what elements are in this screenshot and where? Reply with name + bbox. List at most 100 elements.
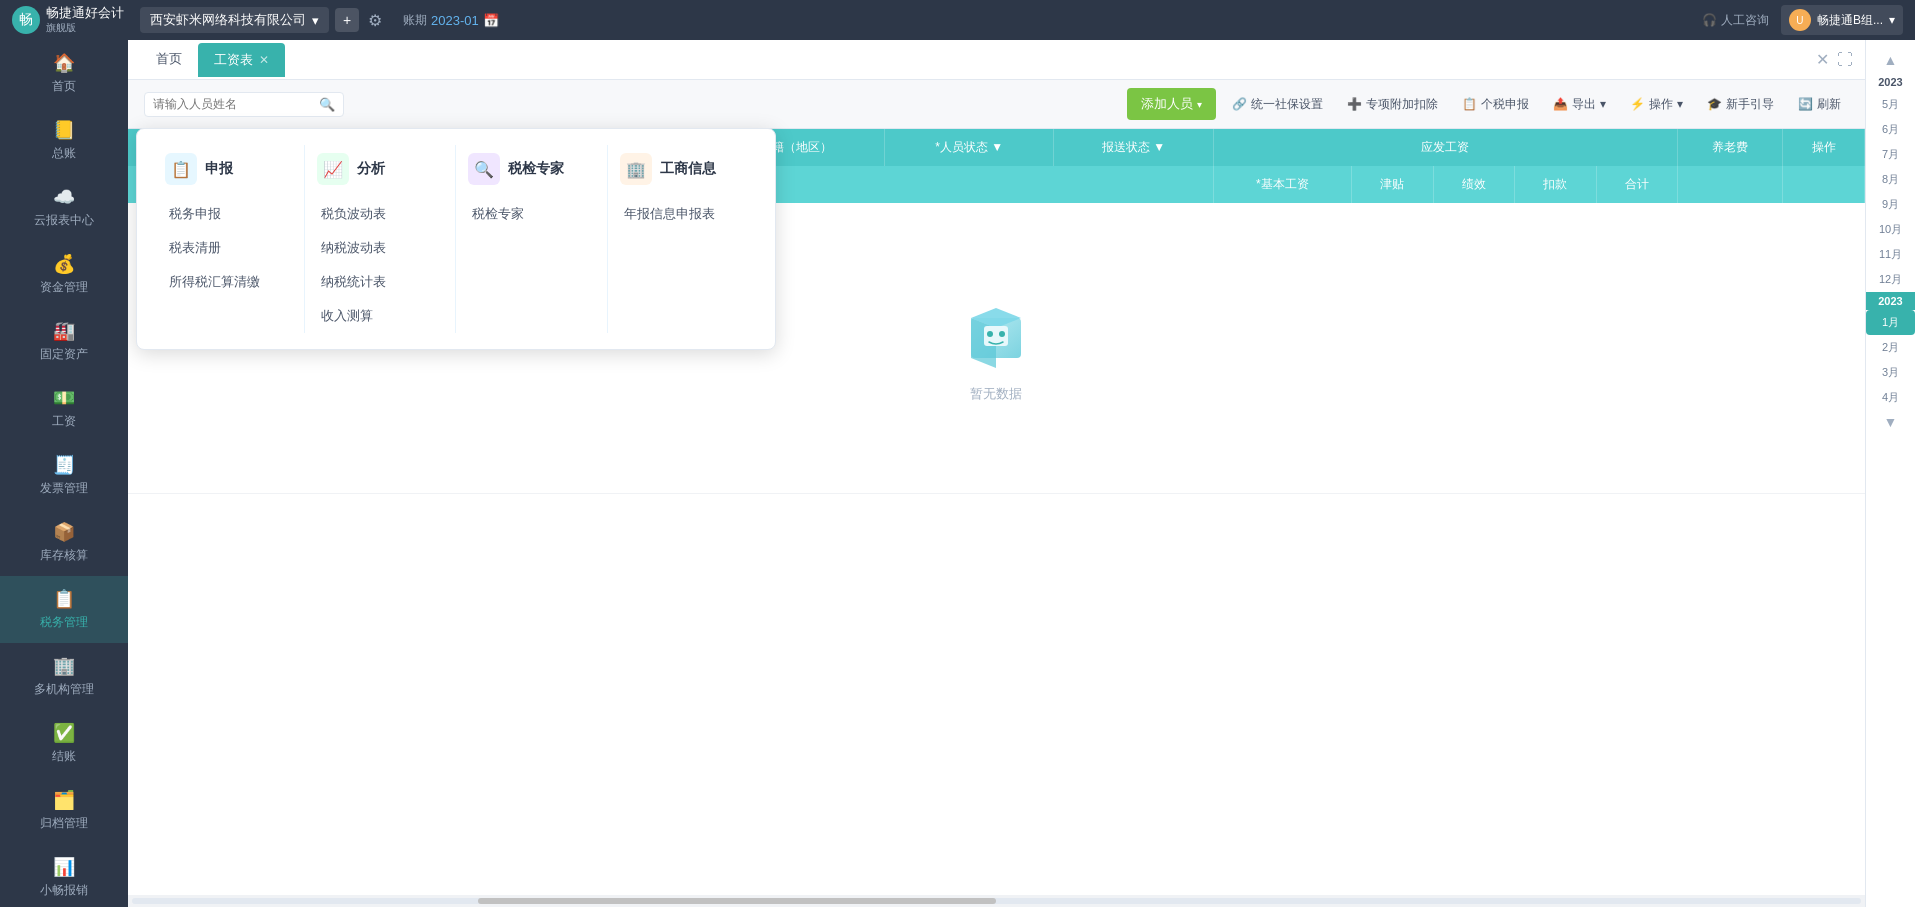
th-pension: 养老费	[1678, 129, 1783, 166]
add-person-label: 添加人员	[1141, 95, 1193, 113]
guide-btn-icon: 🎓	[1707, 97, 1722, 111]
sidebar-label-funds: 资金管理	[40, 279, 88, 296]
social-insurance-button[interactable]: 🔗 统一社保设置	[1224, 92, 1331, 117]
period-value: 2023-01	[431, 13, 479, 28]
sidebar-item-inventory[interactable]: 📦 库存核算	[0, 509, 128, 576]
calendar-icon[interactable]: 📅	[483, 13, 499, 28]
chevron-down-icon: ▾	[312, 13, 319, 28]
horizontal-scrollbar[interactable]	[128, 895, 1865, 907]
top-bar: 畅 畅捷通好会计 旗舰版 西安虾米网络科技有限公司 ▾ + ⚙ 账期 2023-…	[0, 0, 1915, 40]
right-timeline: ▲ 2023 5月 6月 7月 8月 9月 10月 11月 12月 2023 1…	[1865, 40, 1915, 907]
sidebar-item-marketing[interactable]: 📊 小畅报销	[0, 844, 128, 907]
scrollbar-track	[132, 898, 1861, 904]
logo-icon: 畅	[12, 6, 40, 34]
sidebar-item-assets[interactable]: 🏭 固定资产	[0, 308, 128, 375]
popup-item-tax-expert[interactable]: 税检专家	[468, 197, 595, 231]
sidebar-item-checkout[interactable]: ✅ 结账	[0, 710, 128, 777]
timeline-month-2[interactable]: 2月	[1866, 335, 1915, 360]
th-allowance: 津贴	[1352, 166, 1433, 203]
timeline-scroll-up[interactable]: ▲	[1880, 48, 1902, 72]
settings-icon[interactable]: ⚙	[363, 8, 387, 32]
timeline-month-4[interactable]: 4月	[1866, 385, 1915, 410]
app-sub: 旗舰版	[46, 21, 124, 35]
sidebar-item-multi[interactable]: 🏢 多机构管理	[0, 643, 128, 710]
sidebar-item-tax[interactable]: 📋 税务管理	[0, 576, 128, 643]
operations-button[interactable]: ⚡ 操作 ▾	[1622, 92, 1691, 117]
main-layout: 🏠 首页 📒 总账 ☁️ 云报表中心 💰 资金管理 🏭 固定资产 💵 工资 🧾 …	[0, 40, 1915, 907]
popup-item-annual-report[interactable]: 年报信息申报表	[620, 197, 748, 231]
timeline-month-1[interactable]: 1月	[1866, 310, 1915, 335]
tab-close-icon[interactable]: ✕	[259, 53, 269, 67]
timeline-month-12[interactable]: 12月	[1866, 267, 1915, 292]
popup-item-tax-declare[interactable]: 税务申报	[165, 197, 292, 231]
filter-icon[interactable]: ▼	[991, 140, 1003, 154]
timeline-month-8[interactable]: 8月	[1866, 167, 1915, 192]
sidebar-label-ledger: 总账	[52, 145, 76, 162]
th-report-status: 报送状态 ▼	[1054, 129, 1213, 166]
timeline-scroll-down[interactable]: ▼	[1880, 410, 1902, 434]
tab-home[interactable]: 首页	[140, 42, 198, 78]
popup-grid: 📋 申报 税务申报 税表清册 所得税汇算清缴 📈 分析 税负波动表 纳税波动表 …	[153, 145, 759, 333]
tab-bar: 首页 工资表 ✕ ✕ ⛶	[128, 40, 1865, 80]
scrollbar-thumb[interactable]	[478, 898, 997, 904]
timeline-month-3[interactable]: 3月	[1866, 360, 1915, 385]
timeline-month-6[interactable]: 6月	[1866, 117, 1915, 142]
popup-item-tax-payment[interactable]: 纳税波动表	[317, 231, 444, 265]
timeline-month-9[interactable]: 9月	[1866, 192, 1915, 217]
period-label: 账期	[403, 12, 427, 29]
empty-text: 暂无数据	[970, 385, 1022, 403]
popup-item-income-settle[interactable]: 所得税汇算清缴	[165, 265, 292, 299]
sidebar-item-archive[interactable]: 🗂️ 归档管理	[0, 777, 128, 844]
sidebar-label-marketing: 小畅报销	[40, 882, 88, 899]
sidebar-item-home[interactable]: 🏠 首页	[0, 40, 128, 107]
company-name: 西安虾米网络科技有限公司	[150, 11, 306, 29]
special-deduction-button[interactable]: ➕ 专项附加扣除	[1339, 92, 1446, 117]
timeline-month-5[interactable]: 5月	[1866, 92, 1915, 117]
cloud-icon: ☁️	[53, 186, 75, 208]
plus-icon: ➕	[1347, 97, 1362, 111]
funds-icon: 💰	[53, 253, 75, 275]
popup-section-header-declaration: 📋 申报	[165, 145, 292, 197]
tab-salary-label: 工资表	[214, 51, 253, 69]
popup-item-tax-table[interactable]: 税表清册	[165, 231, 292, 265]
sidebar-item-salary[interactable]: 💵 工资	[0, 375, 128, 442]
popup-item-tax-stats[interactable]: 纳税统计表	[317, 265, 444, 299]
close-window-icon[interactable]: ✕	[1816, 50, 1829, 69]
user-info[interactable]: U 畅捷通B组... ▾	[1781, 5, 1903, 35]
sidebar-item-invoice[interactable]: 🧾 发票管理	[0, 442, 128, 509]
timeline-month-11[interactable]: 11月	[1866, 242, 1915, 267]
biz-info-section-icon: 🏢	[620, 153, 652, 185]
popup-item-tax-burden[interactable]: 税负波动表	[317, 197, 444, 231]
company-selector[interactable]: 西安虾米网络科技有限公司 ▾	[140, 7, 329, 33]
th-salary-group: 应发工资	[1213, 129, 1677, 166]
add-company-button[interactable]: +	[335, 8, 359, 32]
popup-item-income-calc[interactable]: 收入测算	[317, 299, 444, 333]
ops-arrow-icon: ▾	[1677, 97, 1683, 111]
add-person-button[interactable]: 添加人员 ▾	[1127, 88, 1216, 120]
sidebar-item-ledger[interactable]: 📒 总账	[0, 107, 128, 174]
popup-col-biz-info: 🏢 工商信息 年报信息申报表	[608, 145, 760, 333]
filter-icon2[interactable]: ▼	[1153, 140, 1165, 154]
empty-illustration	[956, 293, 1036, 373]
sidebar-item-cloud[interactable]: ☁️ 云报表中心	[0, 174, 128, 241]
search-input[interactable]	[153, 97, 313, 111]
tax-declaration-label: 个税申报	[1481, 96, 1529, 113]
export-button[interactable]: 📤 导出 ▾	[1545, 92, 1614, 117]
timeline-month-7[interactable]: 7月	[1866, 142, 1915, 167]
tax-declaration-button[interactable]: 📋 个税申报	[1454, 92, 1537, 117]
restore-window-icon[interactable]: ⛶	[1837, 51, 1853, 69]
refresh-button[interactable]: 🔄 刷新	[1790, 92, 1849, 117]
sidebar-label-archive: 归档管理	[40, 815, 88, 832]
declaration-section-icon: 📋	[165, 153, 197, 185]
th-ops-sub	[1783, 166, 1865, 203]
timeline-month-10[interactable]: 10月	[1866, 217, 1915, 242]
guide-button[interactable]: 🎓 新手引导	[1699, 92, 1782, 117]
toolbar: 🔍 添加人员 ▾ 🔗 统一社保设置 ➕ 专项附加扣除 📋 个税申报 📤	[128, 80, 1865, 129]
biz-info-title: 工商信息	[660, 160, 716, 178]
support-button[interactable]: 🎧 人工咨询	[1702, 12, 1769, 29]
tab-salary-table[interactable]: 工资表 ✕	[198, 43, 285, 77]
sidebar-item-funds[interactable]: 💰 资金管理	[0, 241, 128, 308]
timeline-year-2023-prev: 2023	[1866, 72, 1915, 92]
sidebar: 🏠 首页 📒 总账 ☁️ 云报表中心 💰 资金管理 🏭 固定资产 💵 工资 🧾 …	[0, 40, 128, 907]
marketing-icon: 📊	[53, 856, 75, 878]
